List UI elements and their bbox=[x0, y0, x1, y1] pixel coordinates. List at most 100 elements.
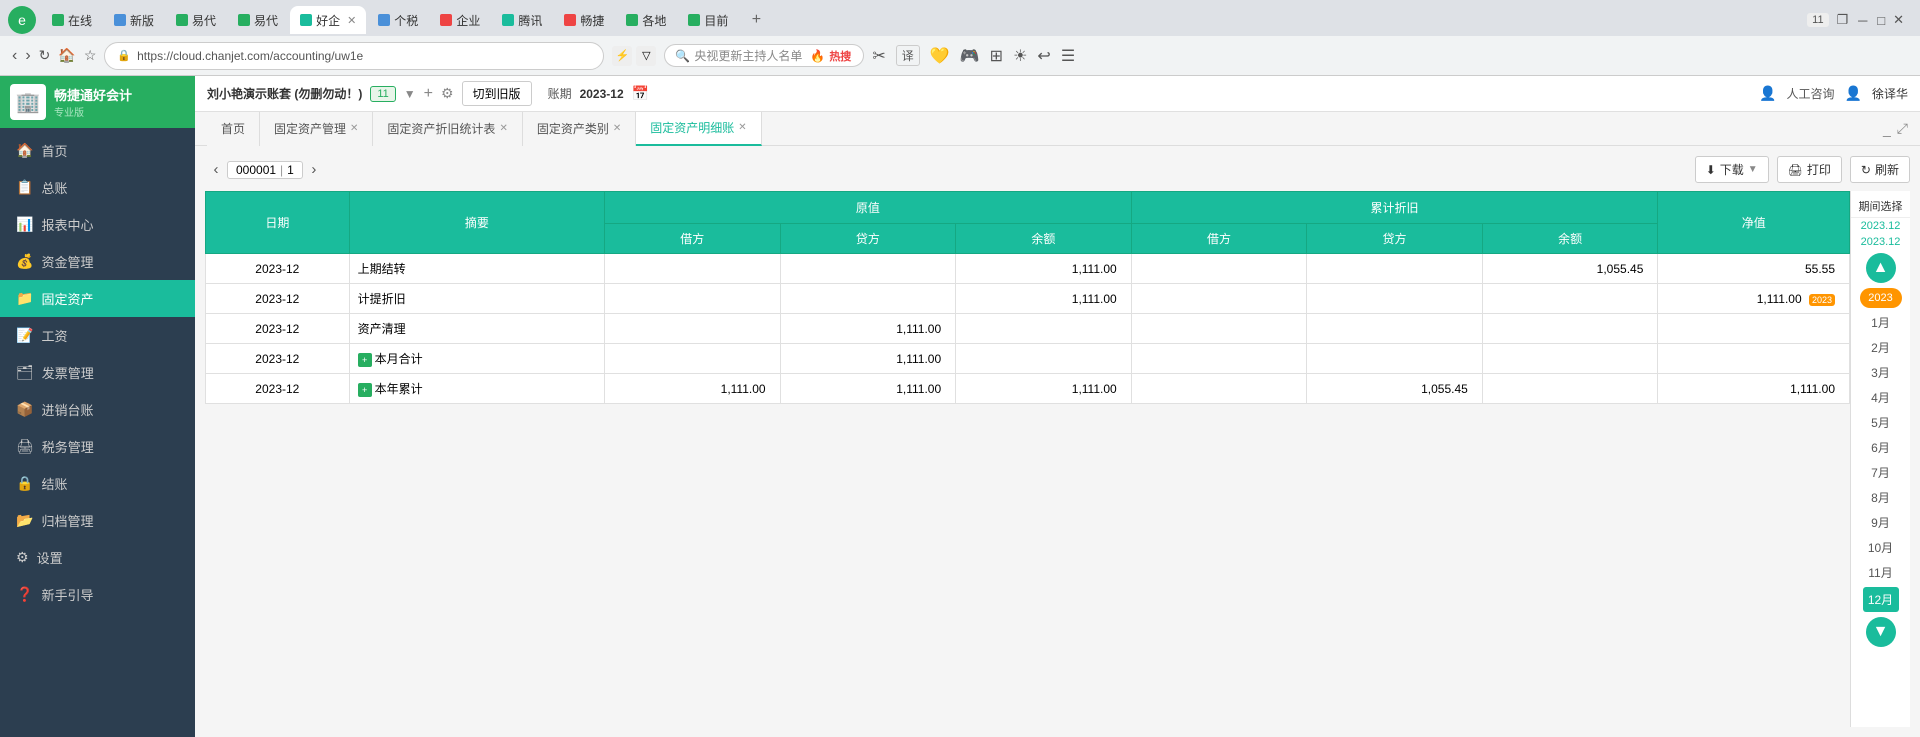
period-value: 2023-12 bbox=[580, 87, 624, 101]
period-month-4[interactable]: 4月 bbox=[1851, 385, 1910, 410]
period-month-6[interactable]: 6月 bbox=[1851, 435, 1910, 460]
bookmark-button[interactable]: ☆ bbox=[84, 47, 97, 64]
tab-close-fixed-mgmt-icon[interactable]: ✕ bbox=[350, 123, 358, 134]
download-button[interactable]: ⬇ 下载 ▼ bbox=[1695, 156, 1769, 183]
browser-toolbar-icons: ✂ 译 💛 🎮 ⊞ ☀ ↩ ☰ bbox=[872, 45, 1075, 66]
tax-nav-icon: 🖨 bbox=[16, 438, 34, 455]
fixed-assets-nav-icon: 📁 bbox=[16, 290, 33, 307]
tab-close-icon[interactable]: ✕ bbox=[347, 14, 356, 27]
settings-small-icon[interactable]: ⚙ bbox=[441, 85, 454, 102]
scroll-down-button[interactable]: ▼ bbox=[1866, 617, 1896, 647]
table-and-period: 日期 摘要 原值 累计折旧 bbox=[205, 191, 1910, 727]
scroll-up-button[interactable]: ▲ bbox=[1866, 253, 1896, 283]
sidebar-item-fixed-assets[interactable]: 📁 固定资产 bbox=[0, 280, 195, 317]
period-month-9[interactable]: 9月 bbox=[1851, 510, 1910, 535]
translate-icon[interactable]: 译 bbox=[896, 45, 920, 66]
sidebar-item-home[interactable]: 🏠 首页 bbox=[0, 132, 195, 169]
page-tab-home[interactable]: 首页 bbox=[207, 112, 260, 146]
tab-yidai1[interactable]: 易代 bbox=[166, 6, 226, 34]
table-orig-balance: 1,111.00 bbox=[956, 254, 1132, 284]
home-button[interactable]: 🏠 bbox=[58, 47, 75, 64]
period-month-12-active[interactable]: 12月 bbox=[1863, 587, 1899, 612]
undo-icon[interactable]: ↩ bbox=[1037, 46, 1050, 66]
page-tab-fixed-mgmt[interactable]: 固定资产管理 ✕ bbox=[260, 112, 373, 146]
maximize-icon[interactable]: □ bbox=[1877, 13, 1885, 28]
forward-button[interactable]: › bbox=[25, 47, 30, 65]
add-icon[interactable]: + bbox=[424, 85, 433, 103]
period-panel: 期间选择 2023.12 2023.12 ▲ 2023 1月 2月 3月 4月 … bbox=[1850, 191, 1910, 727]
tab-changjie[interactable]: 畅捷 bbox=[554, 6, 614, 34]
table-row: 2023-12 bbox=[206, 284, 350, 314]
table-row: 2023-12 bbox=[206, 374, 350, 404]
tab-geshui[interactable]: 个税 bbox=[368, 6, 428, 34]
tab-active[interactable]: 好企 ✕ bbox=[290, 6, 366, 34]
year-btn[interactable]: 2023 bbox=[1860, 288, 1902, 308]
sidebar-item-tax[interactable]: 🖨 税务管理 bbox=[0, 428, 195, 465]
page-tab-fixed-detail[interactable]: 固定资产明细账 ✕ bbox=[636, 112, 761, 146]
period-month-5[interactable]: 5月 bbox=[1851, 410, 1910, 435]
period-month-11[interactable]: 11月 bbox=[1851, 560, 1910, 585]
service-label[interactable]: 人工咨询 bbox=[1787, 85, 1835, 102]
expand-tab-icon[interactable]: ⤢ bbox=[1897, 120, 1908, 137]
tab-xinban[interactable]: 新版 bbox=[104, 6, 164, 34]
refresh-button[interactable]: ↻ 刷新 bbox=[1850, 156, 1910, 183]
tab-close-depr-stats-icon[interactable]: ✕ bbox=[499, 123, 507, 134]
tab-gedi[interactable]: 各地 bbox=[616, 6, 676, 34]
sidebar-item-closing[interactable]: 🔒 结账 bbox=[0, 465, 195, 502]
tab-zaixin[interactable]: 在线 bbox=[42, 6, 102, 34]
search-bar[interactable]: 🔍 央视更新主持人名单 🔥 热搜 bbox=[664, 44, 864, 67]
table-summary: 计提折旧 bbox=[349, 284, 604, 314]
page-tab-depreciation-stats[interactable]: 固定资产折旧统计表 ✕ bbox=[373, 112, 522, 146]
sidebar-item-invoice[interactable]: 🗂 发票管理 bbox=[0, 354, 195, 391]
sidebar-item-purchase-sales[interactable]: 📦 进销台账 bbox=[0, 391, 195, 428]
sidebar-item-settings[interactable]: ⚙ 设置 bbox=[0, 539, 195, 576]
print-button[interactable]: 🖨 打印 bbox=[1777, 156, 1842, 183]
grid-icon[interactable]: ⊞ bbox=[990, 46, 1003, 66]
brightness-icon[interactable]: ☀ bbox=[1013, 46, 1027, 66]
tab-tengxun[interactable]: 腾讯 bbox=[492, 6, 552, 34]
period-month-10[interactable]: 10月 bbox=[1851, 535, 1910, 560]
sidebar-item-funds[interactable]: 💰 资金管理 bbox=[0, 243, 195, 280]
address-input[interactable]: 🔒 https://cloud.chanjet.com/accounting/u… bbox=[104, 42, 604, 70]
table-acc-credit bbox=[1307, 344, 1483, 374]
header-orig-balance: 余额 bbox=[956, 224, 1132, 254]
tab-yidai2[interactable]: 易代 bbox=[228, 6, 288, 34]
table-summary: +本月合计 bbox=[349, 344, 604, 374]
switch-to-old-button[interactable]: 切到旧版 bbox=[462, 81, 532, 106]
sidebar-item-payroll[interactable]: 📝 工资 bbox=[0, 317, 195, 354]
next-page-icon[interactable]: › bbox=[303, 159, 325, 181]
new-tab-button[interactable]: + bbox=[744, 8, 768, 32]
tab-muqian[interactable]: 目前 bbox=[678, 6, 738, 34]
sidebar-item-guide[interactable]: ❓ 新手引导 bbox=[0, 576, 195, 613]
menu-icon[interactable]: ☰ bbox=[1061, 46, 1075, 66]
minimize-tab-icon[interactable]: _ bbox=[1883, 121, 1891, 137]
tab-qiye[interactable]: 企业 bbox=[430, 6, 490, 34]
sidebar-item-reports[interactable]: 📊 报表中心 bbox=[0, 206, 195, 243]
refresh-button[interactable]: ↻ bbox=[39, 47, 51, 64]
sidebar-item-archive[interactable]: 📂 归档管理 bbox=[0, 502, 195, 539]
period-month-2[interactable]: 2月 bbox=[1851, 335, 1910, 360]
wallet-icon[interactable]: 💛 bbox=[930, 46, 950, 66]
period-month-1[interactable]: 1月 bbox=[1851, 310, 1910, 335]
prev-page-icon[interactable]: ‹ bbox=[205, 159, 227, 181]
scissors-icon[interactable]: ✂ bbox=[872, 46, 885, 66]
calendar-icon[interactable]: 📅 bbox=[632, 85, 649, 102]
minimize-icon[interactable]: － bbox=[1856, 11, 1869, 30]
hot-label: 热搜 bbox=[829, 48, 851, 64]
sidebar-item-ledger[interactable]: 📋 总账 bbox=[0, 169, 195, 206]
back-button[interactable]: ‹ bbox=[12, 47, 17, 65]
period-month-3[interactable]: 3月 bbox=[1851, 360, 1910, 385]
table-net-value bbox=[1658, 314, 1850, 344]
page-tab-fixed-category[interactable]: 固定资产类别 ✕ bbox=[523, 112, 636, 146]
tab-close-fixed-category-icon[interactable]: ✕ bbox=[613, 123, 621, 134]
restore-window-icon[interactable]: ❐ bbox=[1837, 12, 1849, 28]
game-icon[interactable]: 🎮 bbox=[960, 46, 980, 66]
tab-close-fixed-detail-icon[interactable]: ✕ bbox=[738, 122, 746, 133]
period-month-7[interactable]: 7月 bbox=[1851, 460, 1910, 485]
archive-nav-icon: 📂 bbox=[16, 512, 33, 529]
address-url-text: https://cloud.chanjet.com/accounting/uw1… bbox=[137, 49, 363, 63]
period-month-8[interactable]: 8月 bbox=[1851, 485, 1910, 510]
search-text: 央视更新主持人名单 bbox=[694, 47, 802, 64]
dropdown-arrow-icon[interactable]: ▼ bbox=[404, 87, 416, 101]
close-window-icon[interactable]: ✕ bbox=[1893, 12, 1904, 28]
